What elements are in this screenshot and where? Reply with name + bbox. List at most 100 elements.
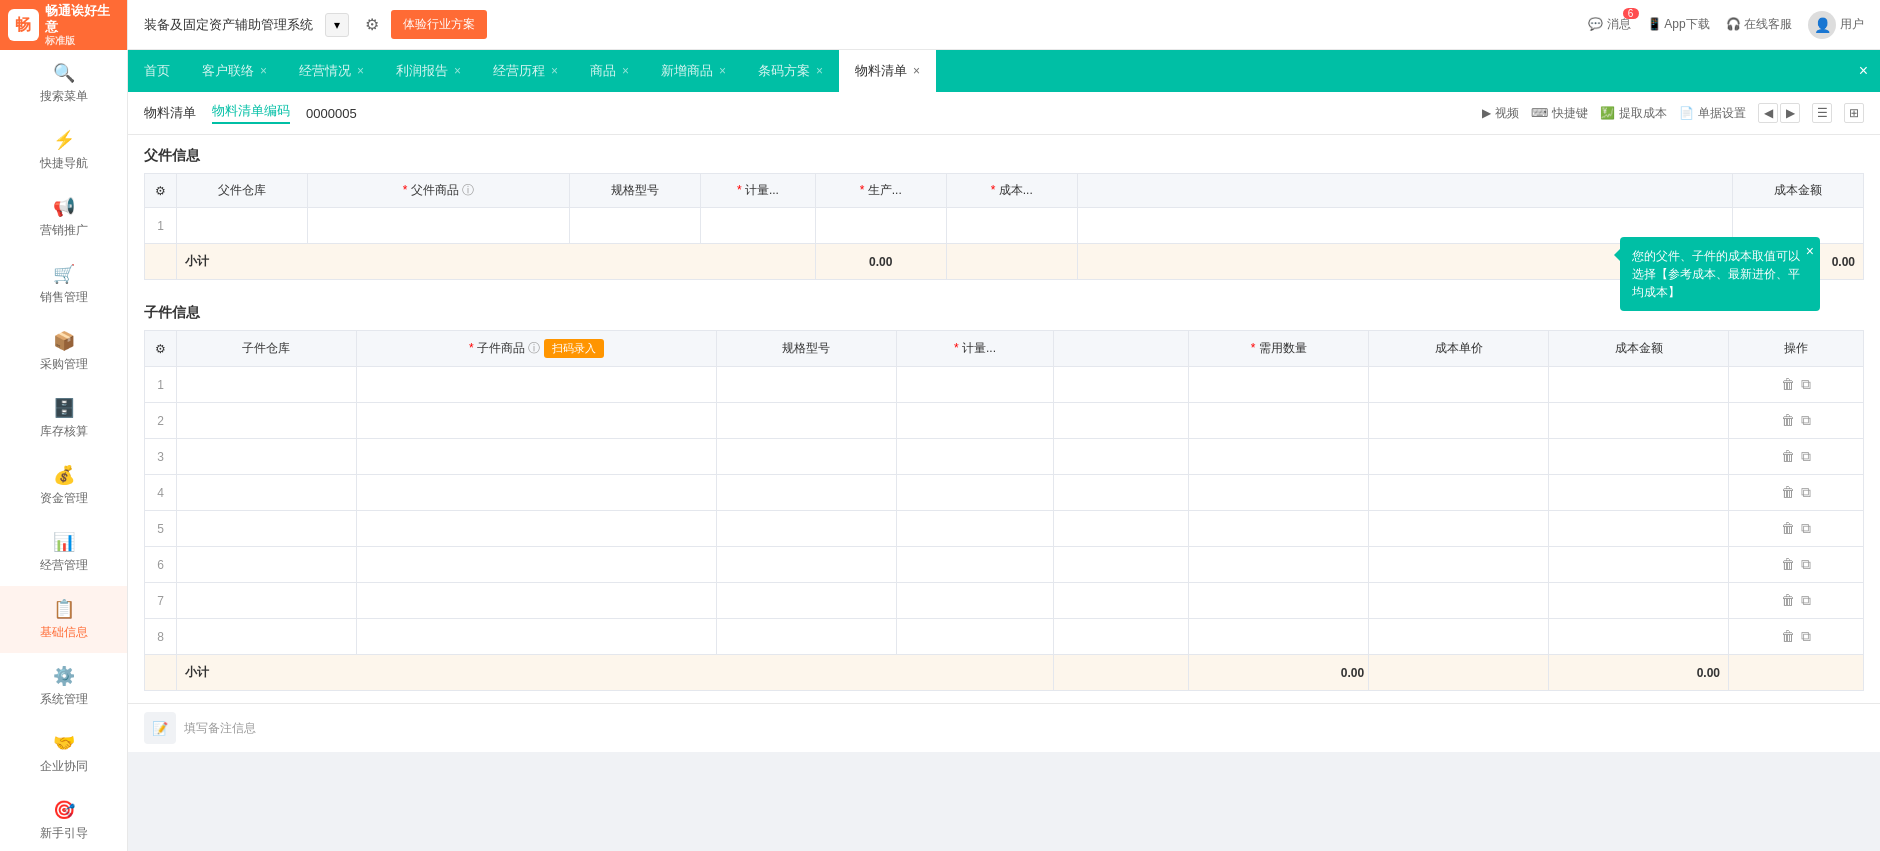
child-row-2-spec[interactable] (716, 403, 896, 439)
sidebar-item-basic-info[interactable]: 📋 基础信息 (0, 586, 127, 653)
child-row-3-unit-cost[interactable] (1369, 439, 1549, 475)
sidebar-item-sales[interactable]: 🛒 销售管理 (0, 251, 127, 318)
child-row-8-warehouse[interactable] (177, 619, 357, 655)
child-row-8-unit[interactable] (896, 619, 1053, 655)
parent-prod-cell[interactable] (815, 208, 946, 244)
parent-warehouse-cell[interactable] (177, 208, 308, 244)
copy-row-1-btn[interactable]: ⧉ (1801, 376, 1811, 393)
child-row-7-warehouse[interactable] (177, 583, 357, 619)
tab-history[interactable]: 经营历程 × (477, 50, 574, 92)
tab-barcode[interactable]: 条码方案 × (742, 50, 839, 92)
child-row-7-spec[interactable] (716, 583, 896, 619)
child-row-4-qty[interactable] (1189, 475, 1369, 511)
prev-record-btn[interactable]: ◀ (1758, 103, 1778, 123)
child-row-4-spec[interactable] (716, 475, 896, 511)
child-row-5-warehouse[interactable] (177, 511, 357, 547)
child-row-1-warehouse[interactable] (177, 367, 357, 403)
child-row-2-product[interactable] (356, 403, 716, 439)
child-row-4-unit-cost[interactable] (1369, 475, 1549, 511)
delete-row-2-btn[interactable]: 🗑 (1781, 412, 1795, 429)
parent-product-cell[interactable] (308, 208, 570, 244)
child-row-2-warehouse[interactable] (177, 403, 357, 439)
action-view[interactable]: ▶ 视频 (1482, 105, 1519, 122)
child-row-6-spec[interactable] (716, 547, 896, 583)
sidebar-item-purchase[interactable]: 📦 采购管理 (0, 318, 127, 385)
child-row-8-unit-cost[interactable] (1369, 619, 1549, 655)
sidebar-item-system[interactable]: ⚙️ 系统管理 (0, 653, 127, 720)
child-row-8-product[interactable] (356, 619, 716, 655)
menu-view-btn[interactable]: ☰ (1812, 103, 1832, 123)
grid-view-btn[interactable]: ⊞ (1844, 103, 1864, 123)
child-row-5-unit[interactable] (896, 511, 1053, 547)
tab-products-close[interactable]: × (622, 64, 629, 78)
scan-input-btn[interactable]: 扫码录入 (544, 339, 604, 358)
child-row-7-unit[interactable] (896, 583, 1053, 619)
user-area[interactable]: 👤 用户 (1808, 11, 1864, 39)
copy-row-7-btn[interactable]: ⧉ (1801, 592, 1811, 609)
child-row-3-spec[interactable] (716, 439, 896, 475)
sidebar-item-inventory[interactable]: 🗄️ 库存核算 (0, 385, 127, 452)
action-cost[interactable]: 💹 提取成本 (1600, 105, 1667, 122)
child-row-3-unit[interactable] (896, 439, 1053, 475)
tab-bom[interactable]: 物料清单 × (839, 50, 936, 92)
copy-row-6-btn[interactable]: ⧉ (1801, 556, 1811, 573)
copy-row-4-btn[interactable]: ⧉ (1801, 484, 1811, 501)
tab-new-product-close[interactable]: × (719, 64, 726, 78)
settings-icon[interactable]: ⚙ (365, 15, 379, 34)
copy-row-8-btn[interactable]: ⧉ (1801, 628, 1811, 645)
tab-bom-close[interactable]: × (913, 64, 920, 78)
sidebar-item-quick-nav[interactable]: ⚡ 快捷导航 (0, 117, 127, 184)
delete-row-1-btn[interactable]: 🗑 (1781, 376, 1795, 393)
child-row-3-warehouse[interactable] (177, 439, 357, 475)
child-row-7-unit-cost[interactable] (1369, 583, 1549, 619)
tab-profit-close[interactable]: × (454, 64, 461, 78)
copy-row-2-btn[interactable]: ⧉ (1801, 412, 1811, 429)
next-record-btn[interactable]: ▶ (1780, 103, 1800, 123)
copy-row-5-btn[interactable]: ⧉ (1801, 520, 1811, 537)
sidebar-item-guide[interactable]: 🎯 新手引导 (0, 787, 127, 851)
sidebar-item-marketing[interactable]: 📢 营销推广 (0, 184, 127, 251)
sidebar-item-finance[interactable]: 💰 资金管理 (0, 452, 127, 519)
action-settings[interactable]: 📄 单据设置 (1679, 105, 1746, 122)
parent-spec-cell[interactable] (570, 208, 701, 244)
tab-operations[interactable]: 经营情况 × (283, 50, 380, 92)
delete-row-5-btn[interactable]: 🗑 (1781, 520, 1795, 537)
child-row-3-qty[interactable] (1189, 439, 1369, 475)
breadcrumb-sub[interactable]: 物料清单编码 (212, 102, 290, 124)
sidebar-item-cooperation[interactable]: 🤝 企业协同 (0, 720, 127, 787)
tab-customers-close[interactable]: × (260, 64, 267, 78)
child-row-2-qty[interactable] (1189, 403, 1369, 439)
app-download[interactable]: 📱 App下载 (1647, 16, 1710, 33)
child-row-8-qty[interactable] (1189, 619, 1369, 655)
close-all-tabs[interactable]: × (1847, 62, 1880, 80)
sidebar-item-search[interactable]: 🔍 搜索菜单 (0, 50, 127, 117)
child-row-6-product[interactable] (356, 547, 716, 583)
child-row-1-spec[interactable] (716, 367, 896, 403)
child-row-5-qty[interactable] (1189, 511, 1369, 547)
delete-row-7-btn[interactable]: 🗑 (1781, 592, 1795, 609)
tooltip-close-btn[interactable]: × (1806, 241, 1814, 262)
tab-customers[interactable]: 客户联络 × (186, 50, 283, 92)
tab-operations-close[interactable]: × (357, 64, 364, 78)
child-row-5-product[interactable] (356, 511, 716, 547)
breadcrumb-main[interactable]: 物料清单 (144, 104, 196, 122)
tab-profit[interactable]: 利润报告 × (380, 50, 477, 92)
action-shortcut[interactable]: ⌨ 快捷键 (1531, 105, 1588, 122)
parent-unit-cell[interactable] (701, 208, 816, 244)
online-service[interactable]: 🎧 在线客服 (1726, 16, 1792, 33)
sidebar-item-operation[interactable]: 📊 经营管理 (0, 519, 127, 586)
child-row-3-product[interactable] (356, 439, 716, 475)
child-row-6-unit[interactable] (896, 547, 1053, 583)
child-row-4-warehouse[interactable] (177, 475, 357, 511)
child-th-settings[interactable]: ⚙ (145, 331, 177, 367)
tab-products[interactable]: 商品 × (574, 50, 645, 92)
bottom-doc-icon[interactable]: 📝 (144, 712, 176, 744)
delete-row-8-btn[interactable]: 🗑 (1781, 628, 1795, 645)
parent-th-settings[interactable]: ⚙ (145, 174, 177, 208)
child-row-7-qty[interactable] (1189, 583, 1369, 619)
child-row-8-spec[interactable] (716, 619, 896, 655)
system-dropdown-btn[interactable]: ▾ (325, 13, 349, 37)
child-row-4-product[interactable] (356, 475, 716, 511)
child-row-4-unit[interactable] (896, 475, 1053, 511)
child-row-5-spec[interactable] (716, 511, 896, 547)
